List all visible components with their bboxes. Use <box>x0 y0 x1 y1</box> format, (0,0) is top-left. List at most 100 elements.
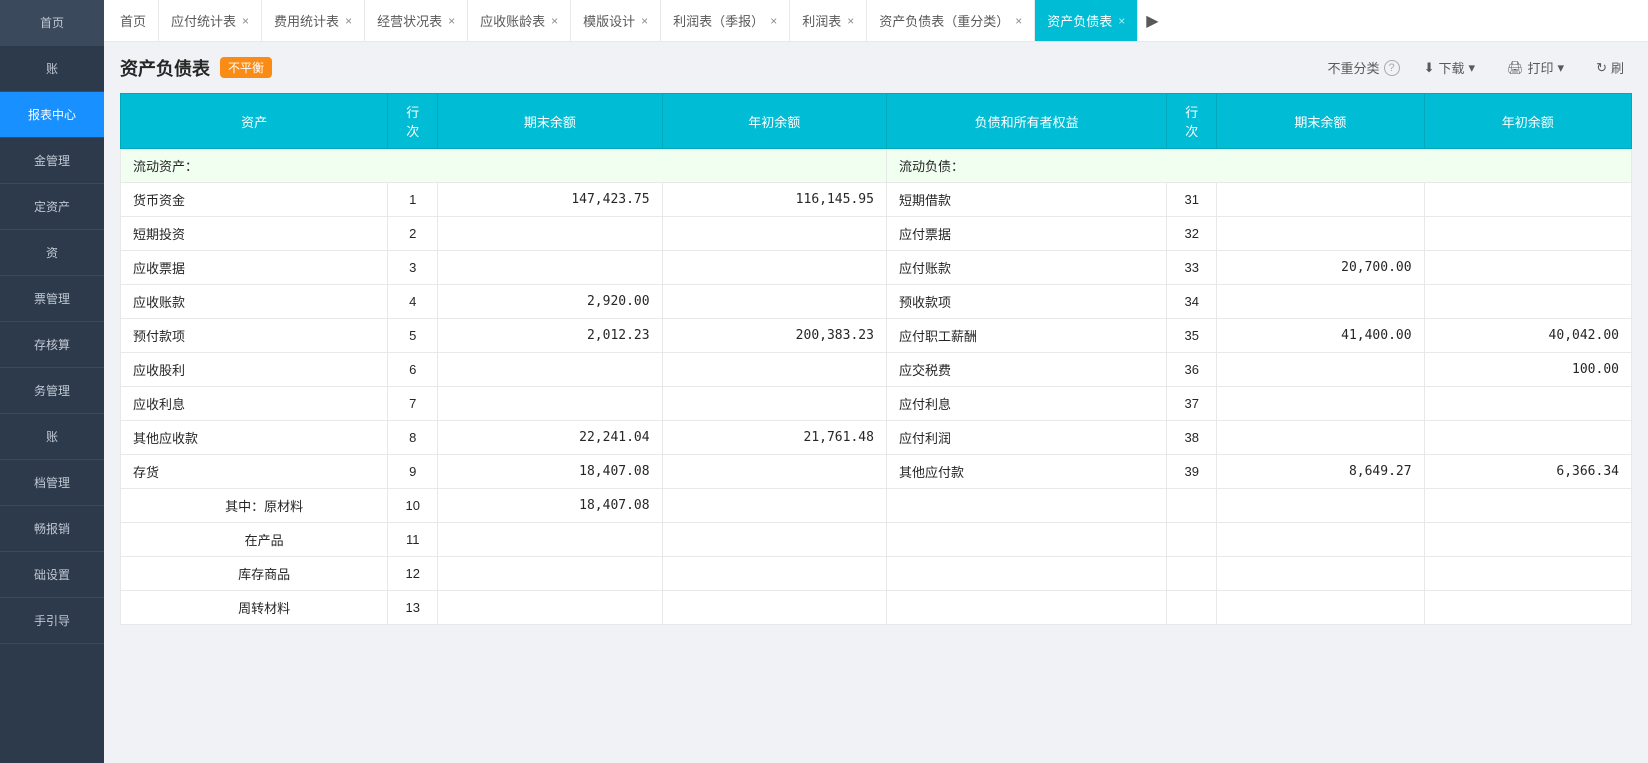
liability-begin-balance <box>1424 217 1631 251</box>
page-title-area: 资产负债表 不平衡 <box>120 55 272 81</box>
tab-close-receivable-aging[interactable]: × <box>551 14 558 28</box>
table-row: 其他应收款 8 22,241.04 21,761.48 应付利润 38 <box>121 421 1632 455</box>
asset-begin-balance <box>662 387 886 421</box>
print-button[interactable]: 🖨 打印 ▾ <box>1499 54 1572 81</box>
liability-end-balance <box>1217 523 1424 557</box>
liability-name: 应交税费 <box>886 353 1166 387</box>
section-header-row: 流动资产： 流动负债： <box>121 149 1632 183</box>
liability-begin-balance: 40,042.00 <box>1424 319 1631 353</box>
liability-begin-balance: 6,366.34 <box>1424 455 1631 489</box>
asset-row-num: 6 <box>388 353 438 387</box>
asset-name: 货币资金 <box>121 183 388 217</box>
liability-end-balance <box>1217 183 1424 217</box>
download-button[interactable]: ⬇ 下载 ▾ <box>1416 54 1483 81</box>
refresh-icon: ↻ <box>1596 60 1607 76</box>
content-area: 资产负债表 不平衡 不重分类 ? ⬇ 下载 ▾ 🖨 打印 ▾ <box>104 42 1648 763</box>
liability-name: 预收款项 <box>886 285 1166 319</box>
sidebar-item-sales[interactable]: 畅报销 <box>0 506 104 552</box>
liability-end-balance <box>1217 557 1424 591</box>
tab-profit-quarterly[interactable]: 利润表（季报） × <box>661 0 790 42</box>
col-header-row-num: 行次 <box>388 94 438 149</box>
liability-begin-balance <box>1424 557 1631 591</box>
sidebar-item-affairs-mgmt[interactable]: 务管理 <box>0 368 104 414</box>
sidebar-item-basic-settings[interactable]: 础设置 <box>0 552 104 598</box>
tab-profit[interactable]: 利润表 × <box>790 0 867 42</box>
table-row: 其中：原材料 10 18,407.08 <box>121 489 1632 523</box>
liability-name: 应付票据 <box>886 217 1166 251</box>
sidebar-item-home[interactable]: 首页 <box>0 0 104 46</box>
tab-operation-stat[interactable]: 经营状况表 × <box>365 0 468 42</box>
table-row: 库存商品 12 <box>121 557 1632 591</box>
help-icon[interactable]: ? <box>1384 60 1400 76</box>
asset-row-num: 3 <box>388 251 438 285</box>
liability-row-num <box>1167 523 1217 557</box>
asset-row-num: 2 <box>388 217 438 251</box>
sidebar-item-account[interactable]: 账 <box>0 46 104 92</box>
tab-close-template-design[interactable]: × <box>641 14 648 28</box>
asset-end-balance <box>438 251 662 285</box>
tab-bar: 首页 应付统计表 × 费用统计表 × 经营状况表 × 应收账龄表 × 模版设计 … <box>104 0 1648 42</box>
tab-close-balance-sheet[interactable]: × <box>1118 14 1125 28</box>
asset-name: 库存商品 <box>121 557 388 591</box>
liability-name: 其他应付款 <box>886 455 1166 489</box>
liability-row-num: 34 <box>1167 285 1217 319</box>
liability-end-balance <box>1217 489 1424 523</box>
asset-row-num: 11 <box>388 523 438 557</box>
asset-row-num: 12 <box>388 557 438 591</box>
refresh-button[interactable]: ↻ 刷 <box>1588 54 1632 81</box>
tab-expense-stat[interactable]: 费用统计表 × <box>262 0 365 42</box>
asset-end-balance: 147,423.75 <box>438 183 662 217</box>
tab-close-profit[interactable]: × <box>847 14 854 28</box>
tab-scroll-arrow[interactable]: ▶ <box>1138 11 1166 31</box>
liability-begin-balance <box>1424 591 1631 625</box>
tab-balance-reclassify[interactable]: 资产负债表（重分类） × <box>867 0 1035 42</box>
sidebar-item-storage-settle[interactable]: 存核算 <box>0 322 104 368</box>
liability-row-num <box>1167 489 1217 523</box>
page-header: 资产负债表 不平衡 不重分类 ? ⬇ 下载 ▾ 🖨 打印 ▾ <box>120 54 1632 81</box>
section-label-left: 流动资产： <box>121 149 887 183</box>
tab-close-expense-stat[interactable]: × <box>345 14 352 28</box>
liability-row-num: 39 <box>1167 455 1217 489</box>
sidebar-item-ticket-mgmt[interactable]: 票管理 <box>0 276 104 322</box>
asset-row-num: 5 <box>388 319 438 353</box>
asset-begin-balance <box>662 489 886 523</box>
download-chevron-icon: ▾ <box>1468 60 1475 76</box>
page-title: 资产负债表 <box>120 55 210 81</box>
col-header-end-balance2: 期末余额 <box>1217 94 1424 149</box>
tab-close-balance-reclassify[interactable]: × <box>1015 14 1022 28</box>
liability-begin-balance <box>1424 183 1631 217</box>
liability-end-balance <box>1217 353 1424 387</box>
tab-close-operation-stat[interactable]: × <box>448 14 455 28</box>
sidebar-item-report-center[interactable]: 报表中心 <box>0 92 104 138</box>
tab-close-profit-quarterly[interactable]: × <box>770 14 777 28</box>
asset-begin-balance: 116,145.95 <box>662 183 886 217</box>
tab-template-design[interactable]: 模版设计 × <box>571 0 661 42</box>
asset-end-balance: 18,407.08 <box>438 455 662 489</box>
tab-balance-sheet[interactable]: 资产负债表 × <box>1035 0 1138 42</box>
liability-name <box>886 489 1166 523</box>
liability-begin-balance <box>1424 421 1631 455</box>
table-row: 应收票据 3 应付账款 33 20,700.00 <box>121 251 1632 285</box>
asset-row-num: 9 <box>388 455 438 489</box>
tab-close-payable-stat[interactable]: × <box>242 14 249 28</box>
tab-receivable-aging[interactable]: 应收账龄表 × <box>468 0 571 42</box>
sidebar-item-invest[interactable]: 资 <box>0 230 104 276</box>
tab-home[interactable]: 首页 <box>108 0 159 42</box>
sidebar-item-fund-mgmt[interactable]: 金管理 <box>0 138 104 184</box>
tab-payable-stat[interactable]: 应付统计表 × <box>159 0 262 42</box>
asset-begin-balance <box>662 353 886 387</box>
asset-row-num: 4 <box>388 285 438 319</box>
asset-name: 应收利息 <box>121 387 388 421</box>
sidebar-item-doc-mgmt[interactable]: 档管理 <box>0 460 104 506</box>
sidebar-item-guide[interactable]: 手引导 <box>0 598 104 644</box>
sidebar-item-ledger[interactable]: 账 <box>0 414 104 460</box>
sidebar-item-fixed-assets[interactable]: 定资产 <box>0 184 104 230</box>
asset-name: 短期投资 <box>121 217 388 251</box>
asset-name: 其他应收款 <box>121 421 388 455</box>
asset-name: 应收账款 <box>121 285 388 319</box>
asset-end-balance <box>438 591 662 625</box>
table-row: 应收股利 6 应交税费 36 100.00 <box>121 353 1632 387</box>
main-area: 首页 应付统计表 × 费用统计表 × 经营状况表 × 应收账龄表 × 模版设计 … <box>104 0 1648 763</box>
liability-end-balance <box>1217 387 1424 421</box>
asset-begin-balance <box>662 455 886 489</box>
